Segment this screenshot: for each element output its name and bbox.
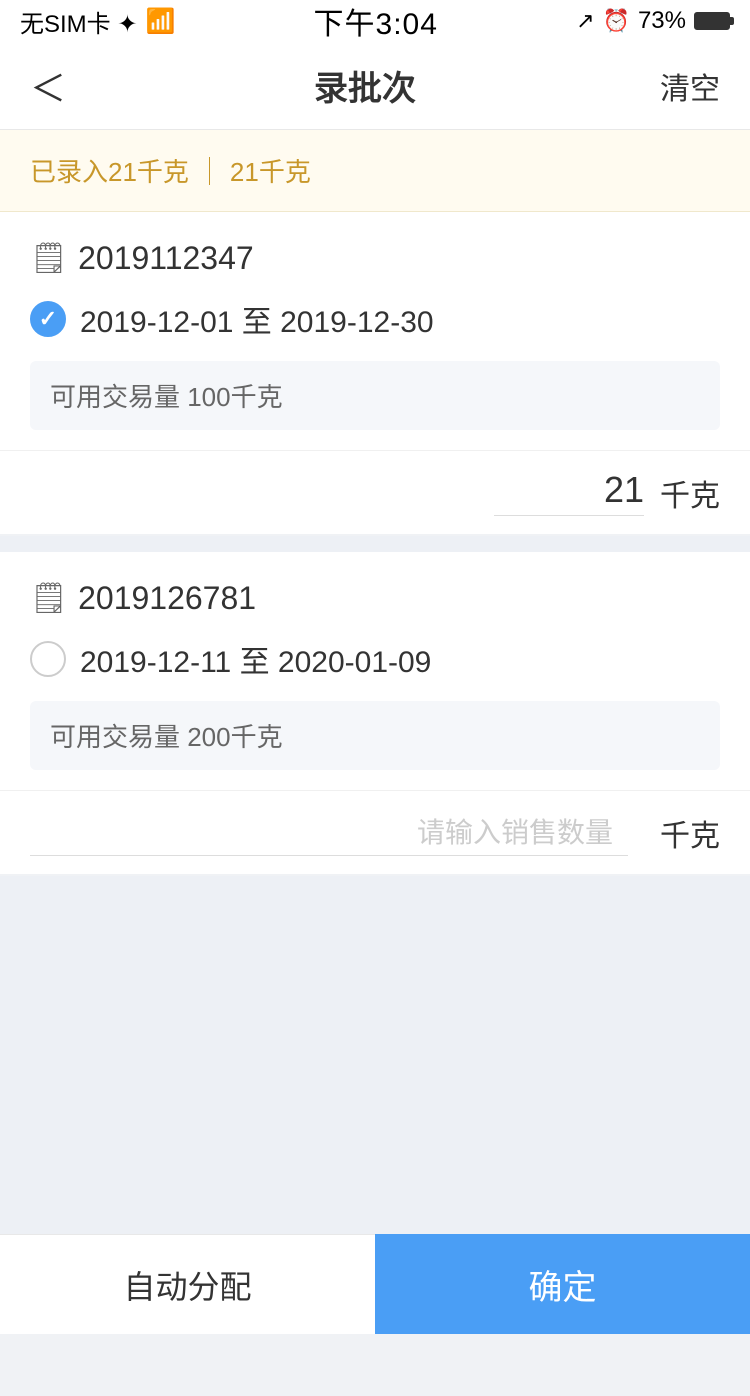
status-left: 无SIM卡 ✦ 📶 <box>20 4 175 39</box>
batch-2-qty-input[interactable] <box>30 809 628 851</box>
info-divider <box>209 157 210 185</box>
batch-2-unit: 千克 <box>660 811 720 855</box>
status-right: ↗ ⏰ 73% <box>576 7 730 35</box>
battery-percent: 73% <box>638 7 686 35</box>
batch-2-qty-row: 千克 <box>0 790 750 874</box>
sim-text: 无SIM卡 ✦ <box>20 4 137 39</box>
batch-1-avail: 可用交易量 100千克 <box>30 361 720 430</box>
section-separator <box>0 536 750 552</box>
batch-2-header: 🗒 2019126781 <box>0 552 750 627</box>
batch-2-date: 2019-12-11 至 2020-01-09 <box>80 637 431 681</box>
batch-1-number: 2019112347 <box>78 240 254 277</box>
alarm-icon: ⏰ <box>603 8 630 34</box>
back-button[interactable]: ＜ <box>30 60 90 112</box>
batch-2-avail: 可用交易量 200千克 <box>30 701 720 770</box>
confirm-button[interactable]: 确定 <box>375 1234 750 1334</box>
clear-button[interactable]: 清空 <box>640 64 720 108</box>
batch-1-header: 🗒 2019112347 <box>0 212 750 287</box>
batch-1-quantity: 21 <box>604 469 644 511</box>
batch-1-radio[interactable] <box>30 301 66 337</box>
info-banner: 已录入21千克 21千克 <box>0 130 750 212</box>
doc-icon-2: 🗒 <box>30 581 68 616</box>
bottom-bar: 自动分配 确定 <box>0 1234 750 1334</box>
page-title: 录批次 <box>314 61 416 110</box>
batch-1-qty-row: 21 千克 <box>0 450 750 534</box>
status-bar: 无SIM卡 ✦ 📶 下午3:04 ↗ ⏰ 73% <box>0 0 750 42</box>
batch-card-1: 🗒 2019112347 2019-12-01 至 2019-12-30 可用交… <box>0 212 750 534</box>
batch-2-radio[interactable] <box>30 641 66 677</box>
status-time: 下午3:04 <box>314 0 438 43</box>
wifi-icon: 📶 <box>145 7 175 36</box>
batch-1-qty-line <box>494 515 644 516</box>
info-value: 21千克 <box>230 152 311 189</box>
batch-2-qty-line <box>30 855 628 856</box>
battery-icon <box>694 12 730 30</box>
batch-1-unit: 千克 <box>660 471 720 515</box>
batch-2-number: 2019126781 <box>78 580 256 617</box>
batch-2-qty-wrapper <box>30 809 628 856</box>
batch-1-date-row[interactable]: 2019-12-01 至 2019-12-30 <box>0 287 750 355</box>
auto-distribute-button[interactable]: 自动分配 <box>0 1234 375 1334</box>
empty-area <box>0 876 750 1296</box>
batch-1-qty-wrapper: 21 <box>494 469 644 516</box>
batch-2-date-row[interactable]: 2019-12-11 至 2020-01-09 <box>0 627 750 695</box>
recorded-label: 已录入21千克 <box>30 152 189 189</box>
main-content: 🗒 2019112347 2019-12-01 至 2019-12-30 可用交… <box>0 212 750 1396</box>
batch-card-2: 🗒 2019126781 2019-12-11 至 2020-01-09 可用交… <box>0 552 750 874</box>
nav-bar: ＜ 录批次 清空 <box>0 42 750 130</box>
batch-1-date: 2019-12-01 至 2019-12-30 <box>80 297 434 341</box>
doc-icon-1: 🗒 <box>30 241 68 276</box>
location-icon: ↗ <box>576 8 594 34</box>
